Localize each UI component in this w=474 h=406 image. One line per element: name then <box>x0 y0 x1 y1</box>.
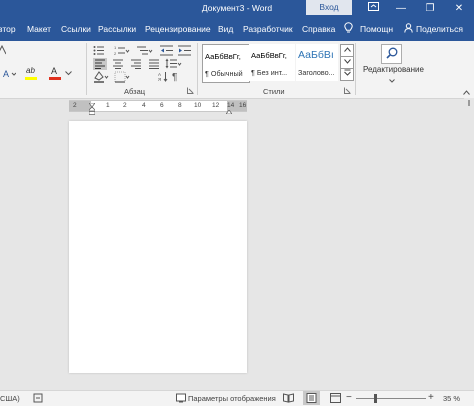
print-layout-button[interactable] <box>303 391 320 405</box>
styles-dialog-launcher-icon[interactable] <box>344 87 351 96</box>
language-indicator[interactable]: США) <box>0 394 20 403</box>
ribbon: A ab A 12 ¶ А Я Абзац АаБбВвГг, ¶ Обычны… <box>0 41 474 99</box>
vertical-scrollbar[interactable] <box>464 98 474 390</box>
accessibility-icon[interactable] <box>33 393 43 405</box>
ruler-tick: 2 <box>123 102 127 109</box>
svg-text:2: 2 <box>114 51 117 56</box>
group-separator <box>86 43 87 95</box>
zoom-slider-track[interactable] <box>356 398 426 399</box>
bullets-icon[interactable] <box>93 45 107 57</box>
ribbon-tabs: втор Макет Ссылки Рассылки Рецензировани… <box>0 18 474 41</box>
text-effects-dropdown-icon[interactable]: A <box>2 68 17 80</box>
view-settings-label[interactable]: Параметры отображения <box>188 394 276 403</box>
justify-icon[interactable] <box>147 58 161 70</box>
ruler-tick: 6 <box>160 102 164 109</box>
font-color-bar <box>49 77 61 80</box>
tab-references[interactable]: Ссылки <box>61 24 91 34</box>
close-button[interactable]: ✕ <box>444 0 474 18</box>
tab-help[interactable]: Справка <box>302 24 335 34</box>
share-person-icon[interactable] <box>404 23 413 35</box>
style-normal[interactable]: АаБбВвГг, ¶ Обычный <box>202 44 250 83</box>
horizontal-ruler[interactable]: 2 1 2 4 6 8 10 12 14 16 <box>69 100 247 115</box>
style-heading-name: Заголово... <box>298 68 335 77</box>
chevron-down-icon[interactable] <box>64 68 72 80</box>
minimize-button[interactable]: — <box>386 0 416 18</box>
style-heading-sample: АаБбВı <box>298 49 334 61</box>
chevron-down-icon[interactable] <box>389 76 395 85</box>
decrease-indent-icon[interactable] <box>160 45 174 57</box>
numbering-icon[interactable]: 12 <box>114 45 130 57</box>
styles-more-icon[interactable] <box>340 68 354 81</box>
collapse-ribbon-icon[interactable] <box>463 88 470 97</box>
multilevel-list-icon[interactable] <box>137 45 153 57</box>
web-layout-icon[interactable] <box>330 393 341 405</box>
svg-text:¶: ¶ <box>172 72 177 82</box>
svg-text:A: A <box>3 69 9 79</box>
paragraph-group-label: Абзац <box>124 87 146 96</box>
highlight-color-bar <box>25 77 37 80</box>
title-bar: Документ3 - Word Вход — ❐ ✕ <box>0 0 474 18</box>
tab-developer[interactable]: Разработчик <box>243 24 293 34</box>
lightbulb-icon[interactable] <box>344 22 353 36</box>
tab-mailings[interactable]: Рассылки <box>98 24 136 34</box>
zoom-slider-thumb[interactable] <box>374 394 377 403</box>
increase-indent-icon[interactable] <box>178 45 192 57</box>
style-no-spacing-sample: АаБбВвГг, <box>251 51 287 60</box>
styles-group-label: Стили <box>263 87 285 96</box>
line-spacing-icon[interactable] <box>165 58 183 70</box>
ruler-tick: 4 <box>142 102 146 109</box>
tab-tell-me[interactable]: Помощн <box>360 24 393 34</box>
editing-magnifier-icon[interactable] <box>381 44 402 64</box>
ruler-tick: 10 <box>194 102 202 109</box>
ruler-tick: 2 <box>73 102 77 109</box>
align-left-button[interactable] <box>93 58 107 70</box>
pilcrow-icon[interactable]: ¶ <box>170 71 182 83</box>
highlight-color-button[interactable]: ab <box>24 66 42 80</box>
zoom-out-button[interactable]: − <box>346 392 352 403</box>
document-page[interactable] <box>69 121 247 373</box>
style-normal-name: ¶ Обычный <box>205 69 243 78</box>
style-heading-1[interactable]: АаБбВı Заголово... <box>296 44 338 81</box>
align-center-icon[interactable] <box>111 58 125 70</box>
text-effects-icon[interactable] <box>0 44 7 57</box>
ruler-tick: 16 <box>239 102 247 109</box>
align-right-icon[interactable] <box>129 58 143 70</box>
zoom-level[interactable]: 35 % <box>443 394 460 403</box>
tab-layout[interactable]: Макет <box>27 24 51 34</box>
tab-insert[interactable]: втор <box>0 24 16 34</box>
ruler-tick: 12 <box>212 102 220 109</box>
highlight-letter: ab <box>26 66 35 75</box>
group-separator <box>197 43 198 95</box>
sort-icon[interactable]: АЯ <box>158 71 168 83</box>
font-color-letter: A <box>51 66 58 76</box>
hanging-indent-marker-icon[interactable] <box>88 106 96 117</box>
right-indent-marker-icon[interactable] <box>225 107 233 116</box>
status-bar: США) Параметры отображения − + 35 % <box>0 390 474 406</box>
ruler-tick: 1 <box>106 102 110 109</box>
read-mode-icon[interactable] <box>283 393 294 405</box>
view-settings-icon[interactable] <box>176 393 186 405</box>
style-normal-sample: АаБбВвГг, <box>205 52 241 61</box>
paragraph-dialog-launcher-icon[interactable] <box>187 87 194 96</box>
svg-text:1: 1 <box>114 45 117 50</box>
group-separator <box>355 43 356 95</box>
restore-button[interactable]: ❐ <box>415 0 445 18</box>
tab-view[interactable]: Вид <box>218 24 233 34</box>
ruler-tick: 8 <box>178 102 182 109</box>
shading-icon[interactable] <box>93 71 109 83</box>
tab-review[interactable]: Рецензирование <box>145 24 211 34</box>
borders-icon[interactable] <box>114 71 130 83</box>
editing-button-label[interactable]: Редактирование <box>363 65 424 74</box>
zoom-in-button[interactable]: + <box>428 392 434 403</box>
ribbon-display-options-icon[interactable] <box>358 0 388 18</box>
share-button[interactable]: Поделиться <box>416 24 463 34</box>
sign-in-button[interactable]: Вход <box>306 0 352 15</box>
svg-text:Я: Я <box>158 77 161 82</box>
scrollbar-thumb[interactable] <box>468 100 470 106</box>
style-no-spacing[interactable]: АаБбВвГг, ¶ Без инт... <box>249 44 295 81</box>
style-no-spacing-name: ¶ Без инт... <box>251 68 288 77</box>
